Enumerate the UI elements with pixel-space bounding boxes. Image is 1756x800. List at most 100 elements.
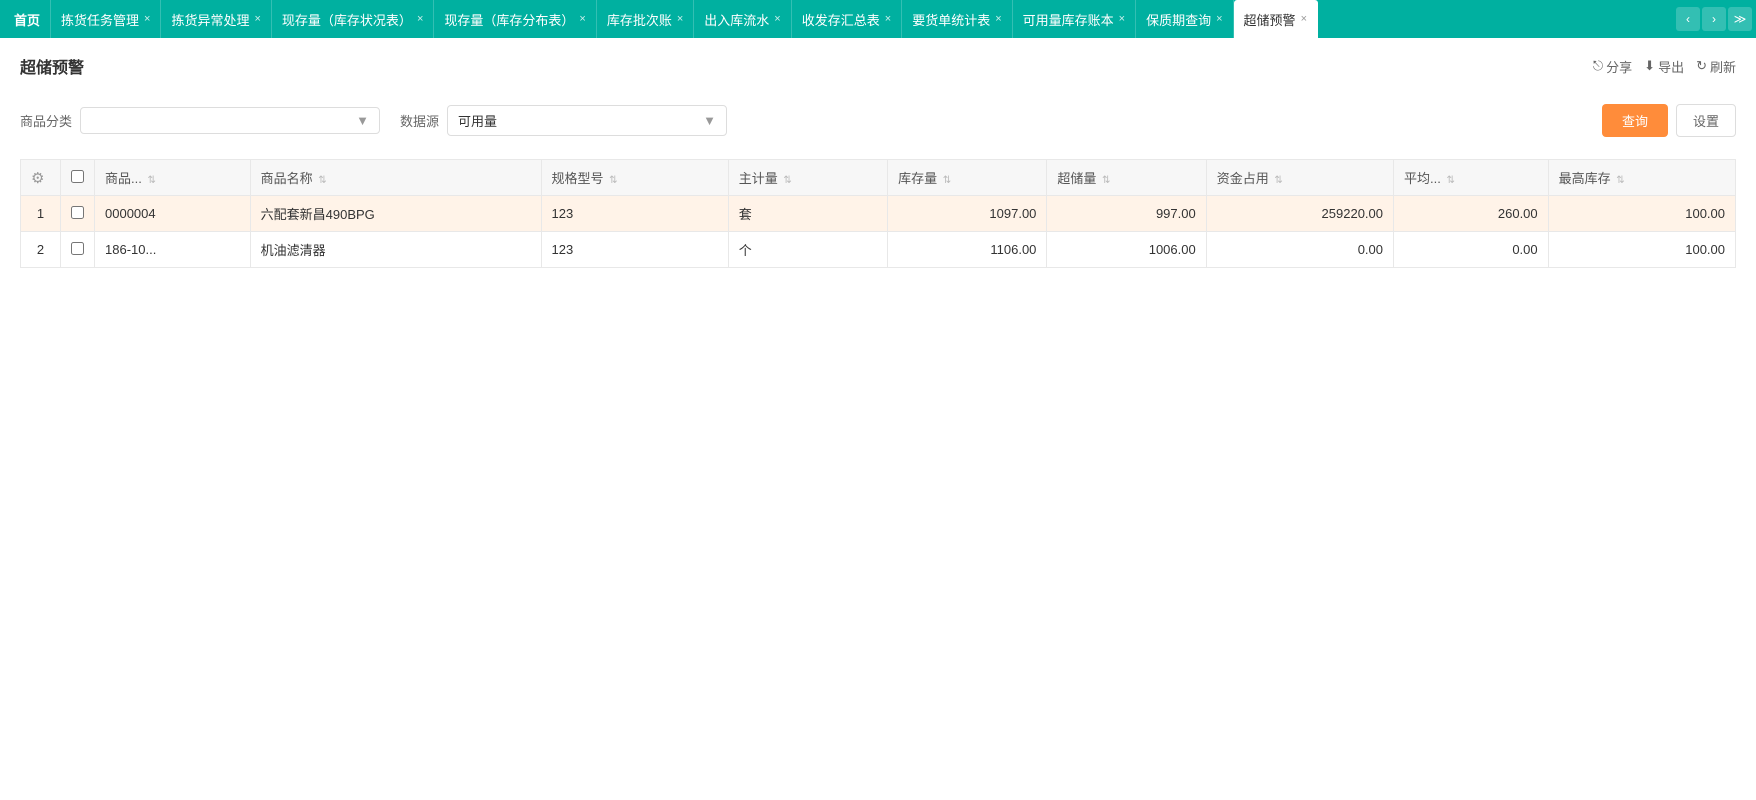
gear-icon[interactable]: ⚙ xyxy=(31,169,44,187)
col-unit: 主计量 ⇅ xyxy=(728,160,887,196)
row-unit: 套 xyxy=(728,196,887,232)
query-button[interactable]: 查询 xyxy=(1602,104,1668,137)
row-product-name: 机油滤清器 xyxy=(250,232,541,268)
nav-tab-collect-close[interactable]: × xyxy=(885,13,891,25)
nav-tab-stock-dist-close[interactable]: × xyxy=(579,13,585,25)
nav-tab-task-mgmt-label: 拣货任务管理 xyxy=(61,10,139,29)
col-avg: 平均... ⇅ xyxy=(1394,160,1549,196)
sort-product-code-icon[interactable]: ⇅ xyxy=(147,175,155,186)
nav-tab-task-mgmt[interactable]: 拣货任务管理 × xyxy=(51,0,161,38)
row-capital: 259220.00 xyxy=(1206,196,1393,232)
row-stock-qty: 1097.00 xyxy=(888,196,1047,232)
col-spec: 规格型号 ⇅ xyxy=(541,160,728,196)
nav-tab-collect[interactable]: 收发存汇总表 × xyxy=(792,0,902,38)
col-product-name-label: 商品名称 xyxy=(261,171,313,186)
nav-tab-avail-label: 可用量库存账本 xyxy=(1023,10,1114,29)
share-link[interactable]: ⎋ 分享 xyxy=(1593,57,1632,76)
row-spec: 123 xyxy=(541,232,728,268)
row-max-stock: 100.00 xyxy=(1548,196,1735,232)
export-label: 导出 xyxy=(1658,57,1684,76)
refresh-link[interactable]: ↻ 刷新 xyxy=(1696,57,1736,76)
row-checkbox-cell xyxy=(61,232,95,268)
sort-avg-icon[interactable]: ⇅ xyxy=(1446,175,1454,186)
export-link[interactable]: ⬇ 导出 xyxy=(1644,57,1684,76)
category-select[interactable]: ▼ xyxy=(80,107,380,134)
col-overstock-qty: 超储量 ⇅ xyxy=(1047,160,1206,196)
nav-tab-inout[interactable]: 出入库流水 × xyxy=(694,0,791,38)
nav-tab-quality[interactable]: 保质期查询 × xyxy=(1136,0,1233,38)
nav-tab-home[interactable]: 首页 xyxy=(4,0,51,38)
col-product-name: 商品名称 ⇅ xyxy=(250,160,541,196)
row-overstock-qty: 1006.00 xyxy=(1047,232,1206,268)
nav-tab-overstock[interactable]: 超储预警 × xyxy=(1234,0,1318,38)
col-product-code-label: 商品... xyxy=(105,171,142,186)
datasource-filter: 数据源 可用量 ▼ xyxy=(400,105,727,136)
datasource-chevron-icon: ▼ xyxy=(703,113,716,128)
nav-tab-abnormal-close[interactable]: × xyxy=(254,13,260,25)
nav-tab-home-label: 首页 xyxy=(14,10,40,29)
nav-next-button[interactable]: › xyxy=(1702,7,1726,31)
top-navigation: 首页 拣货任务管理 × 拣货异常处理 × 现存量（库存状况表） × 现存量（库存… xyxy=(0,0,1756,38)
nav-tab-order-stats-label: 要货单统计表 xyxy=(912,10,990,29)
table-header-row: ⚙ 商品... ⇅ 商品名称 ⇅ 规格型号 ⇅ 主计量 xyxy=(21,160,1736,196)
nav-tab-avail-close[interactable]: × xyxy=(1119,13,1125,25)
row-capital: 0.00 xyxy=(1206,232,1393,268)
settings-button[interactable]: 设置 xyxy=(1676,104,1736,137)
datasource-select[interactable]: 可用量 ▼ xyxy=(447,105,727,136)
nav-tab-quality-close[interactable]: × xyxy=(1216,13,1222,25)
row-num: 1 xyxy=(21,196,61,232)
share-label: 分享 xyxy=(1606,57,1632,76)
nav-tab-overstock-close[interactable]: × xyxy=(1301,13,1307,25)
nav-tab-stock-status-close[interactable]: × xyxy=(417,13,423,25)
filter-row: 商品分类 ▼ 数据源 可用量 ▼ 查询 设置 xyxy=(20,94,1736,147)
row-overstock-qty: 997.00 xyxy=(1047,196,1206,232)
table-body: 1 0000004 六配套新昌490BPG 123 套 1097.00 997.… xyxy=(21,196,1736,268)
row-stock-qty: 1106.00 xyxy=(888,232,1047,268)
nav-tab-order-stats[interactable]: 要货单统计表 × xyxy=(902,0,1012,38)
row-spec: 123 xyxy=(541,196,728,232)
nav-tab-batch[interactable]: 库存批次账 × xyxy=(597,0,694,38)
sort-product-name-icon[interactable]: ⇅ xyxy=(318,175,326,186)
row-product-code: 186-10... xyxy=(95,232,251,268)
col-unit-label: 主计量 xyxy=(739,171,778,186)
col-stock-qty-label: 库存量 xyxy=(898,171,937,186)
share-icon: ⎋ xyxy=(1593,58,1603,74)
nav-tab-inout-label: 出入库流水 xyxy=(704,10,769,29)
row-max-stock: 100.00 xyxy=(1548,232,1735,268)
col-capital: 资金占用 ⇅ xyxy=(1206,160,1393,196)
row-avg: 0.00 xyxy=(1394,232,1549,268)
page-content: 超储预警 ⎋ 分享 ⬇ 导出 ↻ 刷新 商品分类 ▼ 数据源 xyxy=(0,38,1756,800)
nav-tab-task-mgmt-close[interactable]: × xyxy=(144,13,150,25)
col-capital-label: 资金占用 xyxy=(1217,171,1269,186)
col-checkbox-header xyxy=(61,160,95,196)
page-title-row: 超储预警 ⎋ 分享 ⬇ 导出 ↻ 刷新 xyxy=(20,54,1736,78)
datasource-select-value: 可用量 xyxy=(458,111,497,130)
table-row: 2 186-10... 机油滤清器 123 个 1106.00 1006.00 … xyxy=(21,232,1736,268)
sort-max-stock-icon[interactable]: ⇅ xyxy=(1616,175,1624,186)
sort-capital-icon[interactable]: ⇅ xyxy=(1274,175,1282,186)
sort-spec-icon[interactable]: ⇅ xyxy=(609,175,617,186)
row-checkbox-cell xyxy=(61,196,95,232)
row-checkbox[interactable] xyxy=(71,242,84,255)
col-avg-label: 平均... xyxy=(1404,171,1441,186)
nav-more-button[interactable]: ≫ xyxy=(1728,7,1752,31)
filter-actions: 查询 设置 xyxy=(1602,104,1736,137)
nav-tab-stock-status[interactable]: 现存量（库存状况表） × xyxy=(272,0,434,38)
nav-prev-button[interactable]: ‹ xyxy=(1676,7,1700,31)
nav-tab-avail[interactable]: 可用量库存账本 × xyxy=(1013,0,1136,38)
nav-tab-order-stats-close[interactable]: × xyxy=(995,13,1001,25)
row-avg: 260.00 xyxy=(1394,196,1549,232)
nav-tab-inout-close[interactable]: × xyxy=(774,13,780,25)
sort-overstock-qty-icon[interactable]: ⇅ xyxy=(1102,175,1110,186)
row-checkbox[interactable] xyxy=(71,206,84,219)
nav-tab-stock-dist[interactable]: 现存量（库存分布表） × xyxy=(434,0,596,38)
nav-tab-batch-close[interactable]: × xyxy=(677,13,683,25)
nav-tab-abnormal[interactable]: 拣货异常处理 × xyxy=(161,0,271,38)
nav-tab-quality-label: 保质期查询 xyxy=(1146,10,1211,29)
sort-stock-qty-icon[interactable]: ⇅ xyxy=(943,175,951,186)
select-all-checkbox[interactable] xyxy=(71,170,84,183)
sort-unit-icon[interactable]: ⇅ xyxy=(783,175,791,186)
data-table: ⚙ 商品... ⇅ 商品名称 ⇅ 规格型号 ⇅ 主计量 xyxy=(20,159,1736,268)
row-product-code: 0000004 xyxy=(95,196,251,232)
nav-tab-stock-status-label: 现存量（库存状况表） xyxy=(282,10,412,29)
